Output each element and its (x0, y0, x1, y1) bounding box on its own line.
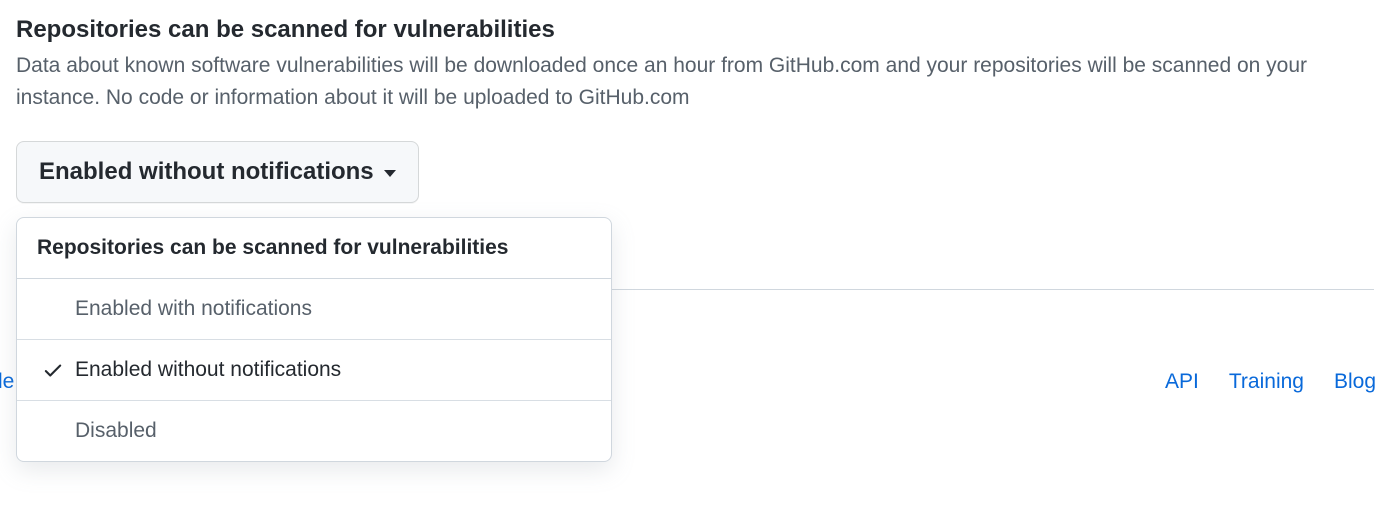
footer-link-blog[interactable]: Blog (1334, 370, 1376, 394)
section-description: Data about known software vulnerabilitie… (16, 50, 1374, 113)
footer-links: API Training Blog (1165, 370, 1376, 394)
dropdown-option-label: Disabled (75, 419, 157, 443)
dropdown-button-label: Enabled without notifications (39, 158, 374, 186)
section-title: Repositories can be scanned for vulnerab… (16, 16, 1374, 44)
footer-link-api[interactable]: API (1165, 370, 1199, 394)
check-icon (31, 359, 75, 381)
scan-mode-dropdown-menu: Repositories can be scanned for vulnerab… (16, 217, 612, 462)
vulnerability-scanning-section: Repositories can be scanned for vulnerab… (16, 16, 1374, 203)
footer-link-training[interactable]: Training (1229, 370, 1304, 394)
dropdown-option-label: Enabled with notifications (75, 297, 312, 321)
footer-link-fragment[interactable]: le (0, 370, 14, 394)
dropdown-option-label: Enabled without notifications (75, 358, 341, 382)
dropdown-menu-header: Repositories can be scanned for vulnerab… (17, 218, 611, 279)
scan-mode-dropdown-button[interactable]: Enabled without notifications (16, 141, 419, 203)
dropdown-option-enabled-without-notifications[interactable]: Enabled without notifications (17, 340, 611, 401)
dropdown-option-enabled-with-notifications[interactable]: Enabled with notifications (17, 279, 611, 340)
dropdown-option-disabled[interactable]: Disabled (17, 401, 611, 461)
caret-down-icon (384, 170, 396, 177)
scan-mode-dropdown: Enabled without notifications Repositori… (16, 141, 419, 203)
